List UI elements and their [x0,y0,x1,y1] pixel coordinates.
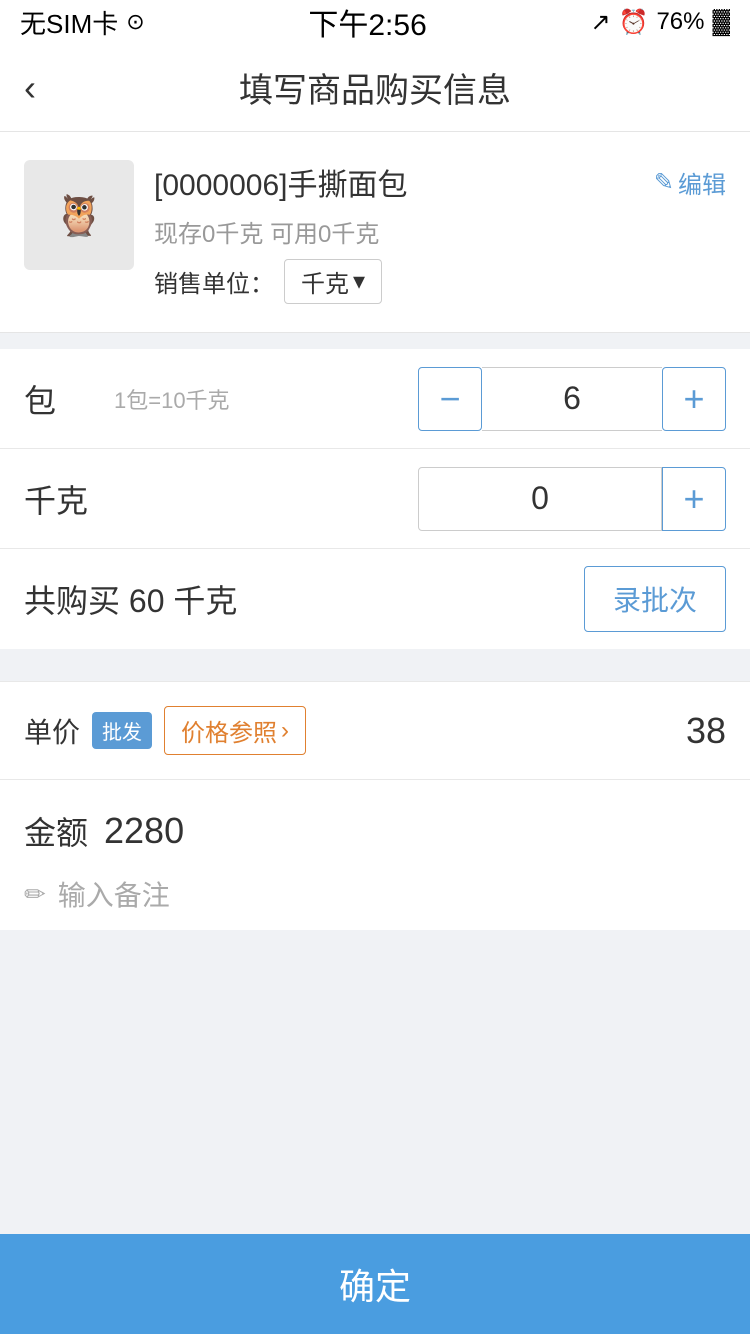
price-ref-button[interactable]: 价格参照 › [164,706,306,755]
kg-input-row: 千克 + [0,449,750,549]
status-left: 无SIM卡 ⊙ [20,4,145,41]
unit-price-label: 单价 [24,711,80,751]
nav-bar: ‹ 填写商品购买信息 [0,44,750,132]
package-qty-input[interactable] [482,367,662,431]
package-label: 包 [24,376,104,422]
amount-section: 金额 2280 ✏ 输入备注 [0,780,750,930]
package-input-row: 包 1包=10千克 − + [0,349,750,449]
battery-icon: ▓ [712,8,730,36]
content-area [0,930,750,1280]
product-unit-row: 销售单位： 千克 ▾ [154,259,726,304]
status-time: 下午2:56 [308,0,426,44]
record-batch-button[interactable]: 录批次 [584,566,726,632]
battery-label: 76% [656,8,704,36]
kg-qty-input[interactable] [418,467,662,531]
alarm-icon: ⏰ [619,8,649,37]
price-left: 单价 批发 价格参照 › [24,706,306,755]
amount-label: 金额 [24,808,88,854]
kg-increase-button[interactable]: + [662,467,726,531]
product-name-row: [0000006]手撕面包 ✎ 编辑 [154,160,726,204]
unit-select[interactable]: 千克 ▾ [284,259,382,304]
amount-value: 2280 [104,810,184,852]
unit-value: 千克 [301,264,349,299]
package-qty-control: − + [418,367,726,431]
product-thumb-icon: 🦉 [54,192,104,239]
kg-qty-control: + [418,467,726,531]
status-bar: 无SIM卡 ⊙ 下午2:56 ↗ ⏰ 76% ▓ [0,0,750,44]
status-right: ↗ ⏰ 76% ▓ [590,8,730,37]
price-ref-arrow: › [281,717,289,745]
pencil-icon: ✏ [24,879,46,910]
total-label: 共购买 60 千克 [24,576,237,622]
package-increase-button[interactable]: + [662,367,726,431]
price-value: 38 [686,710,726,752]
price-ref-label: 价格参照 [181,713,277,748]
confirm-button[interactable]: 确定 [339,1258,411,1310]
wifi-icon: ⊙ [126,9,144,35]
carrier-label: 无SIM卡 [20,4,118,41]
product-info: [0000006]手撕面包 ✎ 编辑 现存0千克 可用0千克 销售单位： 千克 … [154,160,726,304]
confirm-bar[interactable]: 确定 [0,1234,750,1334]
product-thumbnail: 🦉 [24,160,134,270]
batch-tag: 批发 [92,712,152,749]
total-row: 共购买 60 千克 录批次 [0,549,750,649]
page-title: 填写商品购买信息 [239,63,511,112]
edit-button[interactable]: ✎ 编辑 [654,165,726,200]
section-divider-2 [0,649,750,665]
unit-label: 销售单位： [154,264,274,299]
remark-placeholder: 输入备注 [58,874,170,914]
back-button[interactable]: ‹ [24,67,36,109]
remark-row[interactable]: ✏ 输入备注 [24,874,726,914]
chevron-down-icon: ▾ [353,267,365,296]
package-decrease-button[interactable]: − [418,367,482,431]
package-input-section: 包 1包=10千克 − + 千克 + [0,349,750,549]
section-divider-1 [0,333,750,349]
product-stock: 现存0千克 可用0千克 [154,214,726,249]
package-sub-label: 1包=10千克 [114,383,418,415]
product-card: 🦉 [0000006]手撕面包 ✎ 编辑 现存0千克 可用0千克 销售单位： 千… [0,132,750,333]
amount-row: 金额 2280 [24,808,726,854]
price-row: 单价 批发 价格参照 › 38 [24,706,726,755]
price-section: 单价 批发 价格参照 › 38 [0,681,750,780]
location-icon: ↗ [590,8,610,37]
edit-icon: ✎ [654,168,674,197]
product-name: [0000006]手撕面包 [154,160,407,204]
kg-label: 千克 [24,476,104,522]
